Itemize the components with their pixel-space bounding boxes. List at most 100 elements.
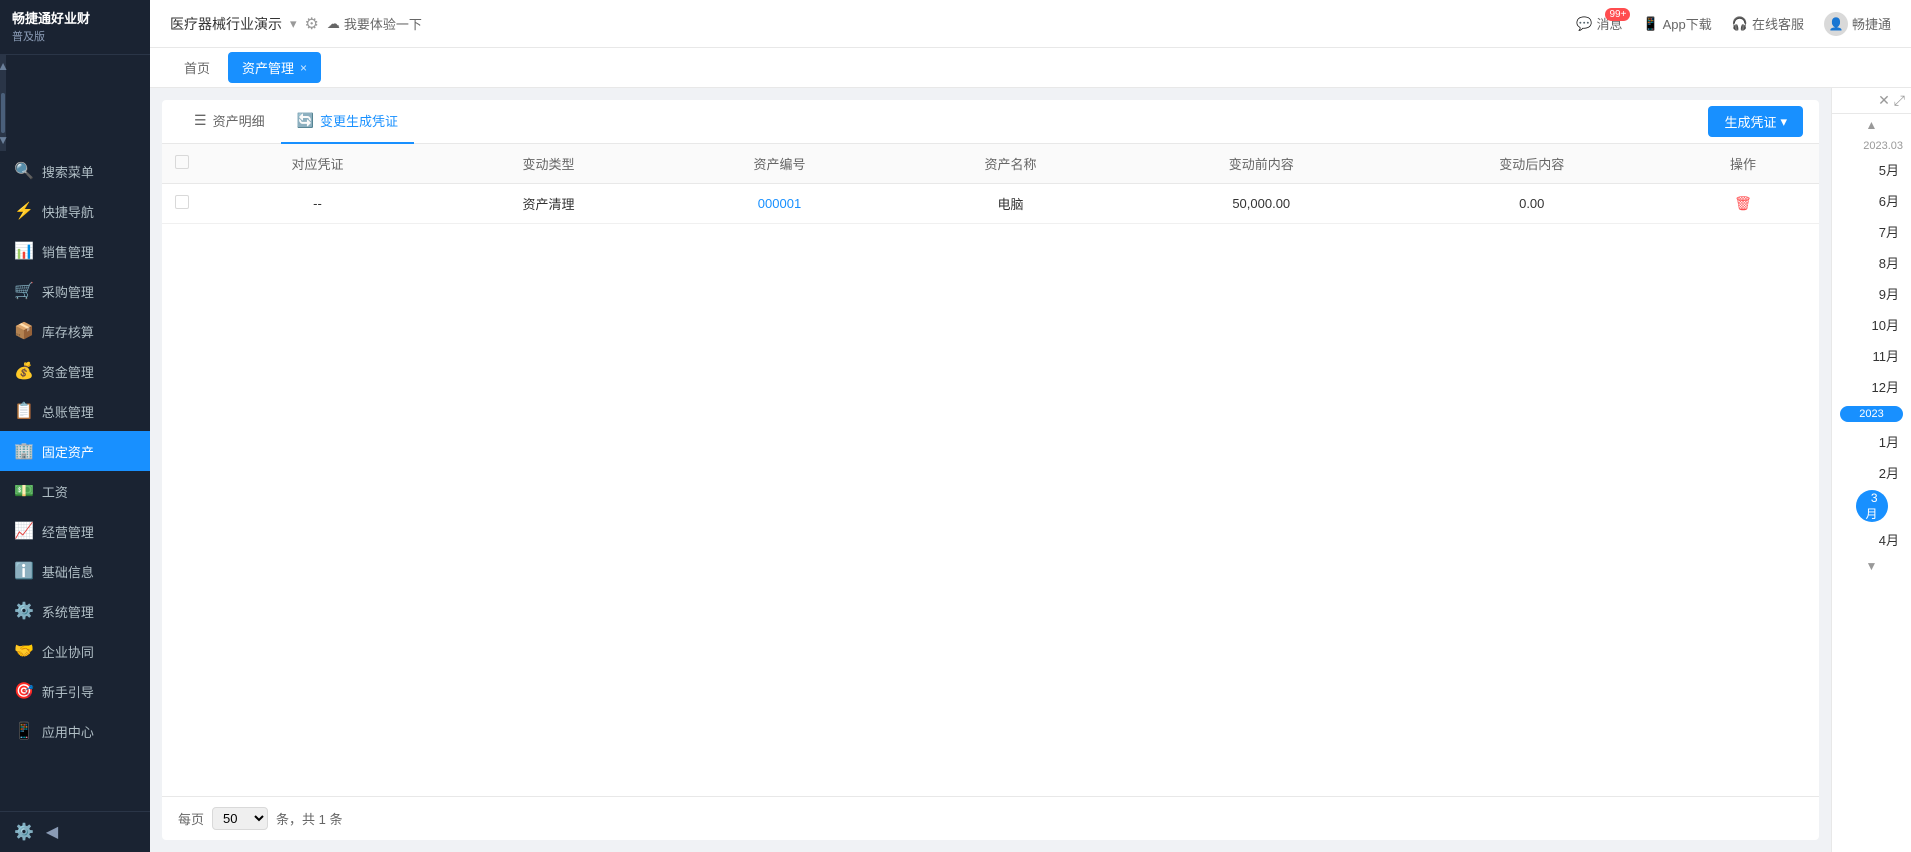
content-area: ☰ 资产明细 🔄 变更生成凭证 生成凭证 ▾ <box>150 88 1911 852</box>
table-footer: 每页 50 10 20 100 条，共 1 条 <box>162 796 1819 840</box>
sidebar-item-collab[interactable]: 🤝 企业协同 <box>0 631 150 671</box>
cal-month-10[interactable]: 10月 <box>1832 309 1911 340</box>
sidebar-label-funds: 资金管理 <box>42 362 94 381</box>
sidebar-label-operations: 经营管理 <box>42 522 94 541</box>
tab-assets-management[interactable]: 资产管理 × <box>228 52 321 83</box>
sidebar-item-ledger[interactable]: 📋 总账管理 <box>0 391 150 431</box>
sidebar-item-assets[interactable]: 🏢 固定资产 <box>0 431 150 471</box>
calendar-nav-down[interactable]: ▼ <box>1832 555 1911 577</box>
col-after-label: 变动后内容 <box>1499 157 1564 172</box>
sidebar-item-basicinfo[interactable]: ℹ️ 基础信息 <box>0 551 150 591</box>
sidebar-item-purchase[interactable]: 🛒 采购管理 <box>0 271 150 311</box>
header-right: 💬 消息 99+ 📱 App下载 🎧 在线客服 👤 畅捷通 <box>1576 12 1891 36</box>
col-action-label: 操作 <box>1730 157 1756 172</box>
sidebar-item-sales[interactable]: 📊 销售管理 <box>0 231 150 271</box>
download-icon: 📱 <box>1642 16 1658 32</box>
app-download-button[interactable]: 📱 App下载 <box>1642 14 1711 33</box>
app-version: 普及版 <box>12 28 138 44</box>
tab-home[interactable]: 首页 <box>170 52 224 83</box>
main-area: 医疗器械行业演示 ▾ ⚙ ☁ 我要体验一下 💬 消息 99+ 📱 App下载 🎧… <box>150 0 1911 852</box>
experience-button[interactable]: ☁ 我要体验一下 <box>327 14 422 33</box>
experience-label: 我要体验一下 <box>344 14 422 33</box>
sidebar-item-quicknav[interactable]: ⚡ 快捷导航 <box>0 191 150 231</box>
cal-month-4[interactable]: 4月 <box>1832 524 1911 555</box>
total-label: 条，共 1 条 <box>276 809 342 828</box>
sidebar-item-guide[interactable]: 🎯 新手引导 <box>0 671 150 711</box>
select-all-checkbox[interactable] <box>175 155 189 169</box>
sidebar-label-assets: 固定资产 <box>42 442 94 461</box>
col-change-type: 变动类型 <box>433 144 664 184</box>
appcenter-icon: 📱 <box>14 721 34 741</box>
delete-icon[interactable]: 🗑 <box>1734 195 1752 211</box>
sidebar-label-search: 搜索菜单 <box>42 162 94 181</box>
scroll-up-icon[interactable]: ▲ <box>0 59 9 73</box>
calendar-expand-button[interactable]: ⤢ <box>1894 92 1905 109</box>
calendar-nav-up[interactable]: ▲ <box>1832 114 1911 136</box>
asset-code-value[interactable]: 000001 <box>758 196 801 211</box>
col-voucher: 对应凭证 <box>202 144 433 184</box>
cal-month-9[interactable]: 9月 <box>1832 278 1911 309</box>
active-tab-label: 资产管理 <box>242 58 294 77</box>
sidebar-item-appcenter[interactable]: 📱 应用中心 <box>0 711 150 751</box>
cal-month-3-current[interactable]: 3月 <box>1856 490 1888 522</box>
col-changetype-label: 变动类型 <box>522 157 574 172</box>
cell-asset-code: 000001 <box>664 184 895 224</box>
col-assetname-label: 资产名称 <box>984 157 1036 172</box>
row-checkbox[interactable] <box>175 195 189 209</box>
cell-change-type: 资产清理 <box>433 184 664 224</box>
collapse-icon[interactable]: ◀ <box>46 822 58 842</box>
col-voucher-label: 对应凭证 <box>291 157 343 172</box>
online-service-button[interactable]: 🎧 在线客服 <box>1732 14 1804 33</box>
change-type-value: 资产清理 <box>522 197 574 212</box>
cal-month-7[interactable]: 7月 <box>1832 216 1911 247</box>
tab-close-icon[interactable]: × <box>300 61 307 75</box>
sidebar-label-purchase: 采购管理 <box>42 282 94 301</box>
message-icon: 💬 <box>1576 16 1592 32</box>
subtab-asset-detail[interactable]: ☰ 资产明细 <box>178 100 281 144</box>
sidebar-label-salary: 工资 <box>42 482 68 501</box>
sidebar-item-funds[interactable]: 💰 资金管理 <box>0 351 150 391</box>
header-settings-icon[interactable]: ⚙ <box>305 14 319 34</box>
sidebar-item-search[interactable]: 🔍 搜索菜单 <box>0 151 150 191</box>
sidebar-item-system[interactable]: ⚙️ 系统管理 <box>0 591 150 631</box>
sidebar-item-operations[interactable]: 📈 经营管理 <box>0 511 150 551</box>
cal-month-11[interactable]: 11月 <box>1832 340 1911 371</box>
calendar-close-button[interactable]: ✕ <box>1878 92 1890 109</box>
messages-button[interactable]: 💬 消息 99+ <box>1576 14 1622 33</box>
cal-month-8[interactable]: 8月 <box>1832 247 1911 278</box>
collab-icon: 🤝 <box>14 641 34 661</box>
col-before-content: 变动前内容 <box>1126 144 1397 184</box>
user-menu[interactable]: 👤 畅捷通 <box>1824 12 1891 36</box>
guide-icon: 🎯 <box>14 681 34 701</box>
generate-voucher-button[interactable]: 生成凭证 ▾ <box>1708 106 1803 137</box>
cal-month-12[interactable]: 12月 <box>1832 371 1911 402</box>
settings-bottom-icon[interactable]: ⚙️ <box>14 822 34 842</box>
scroll-down-icon[interactable]: ▼ <box>0 133 9 147</box>
sidebar-item-inventory[interactable]: 📦 库存核算 <box>0 311 150 351</box>
per-page-label: 每页 <box>178 809 204 828</box>
cell-action: 🗑 <box>1667 184 1819 224</box>
cell-before-content: 50,000.00 <box>1126 184 1397 224</box>
username: 畅捷通 <box>1852 14 1891 33</box>
sidebar-item-salary[interactable]: 💵 工资 <box>0 471 150 511</box>
cal-month-2[interactable]: 2月 <box>1832 457 1911 488</box>
search-icon: 🔍 <box>14 161 34 181</box>
generate-btn-label: 生成凭证 <box>1724 112 1776 131</box>
per-page-select[interactable]: 50 10 20 100 <box>212 807 268 830</box>
company-dropdown-icon[interactable]: ▾ <box>290 16 297 32</box>
company-name: 医疗器械行业演示 <box>170 14 282 34</box>
scrollbar-thumb[interactable] <box>1 93 5 133</box>
app-name: 畅捷通好业财 <box>12 10 138 28</box>
cal-month-1[interactable]: 1月 <box>1832 426 1911 457</box>
subtab-generate-voucher[interactable]: 🔄 变更生成凭证 <box>281 100 414 144</box>
voucher-icon: 🔄 <box>297 112 314 129</box>
cell-asset-name: 电脑 <box>895 184 1126 224</box>
current-year-badge[interactable]: 2023 <box>1840 406 1903 422</box>
online-service-label: 在线客服 <box>1752 14 1804 33</box>
col-assetcode-label: 资产编号 <box>753 157 805 172</box>
cal-month-6[interactable]: 6月 <box>1832 185 1911 216</box>
main-card: ☰ 资产明细 🔄 变更生成凭证 生成凭证 ▾ <box>162 100 1819 840</box>
content-main: ☰ 资产明细 🔄 变更生成凭证 生成凭证 ▾ <box>150 88 1831 852</box>
cal-month-5[interactable]: 5月 <box>1832 154 1911 185</box>
quicknav-icon: ⚡ <box>14 201 34 221</box>
